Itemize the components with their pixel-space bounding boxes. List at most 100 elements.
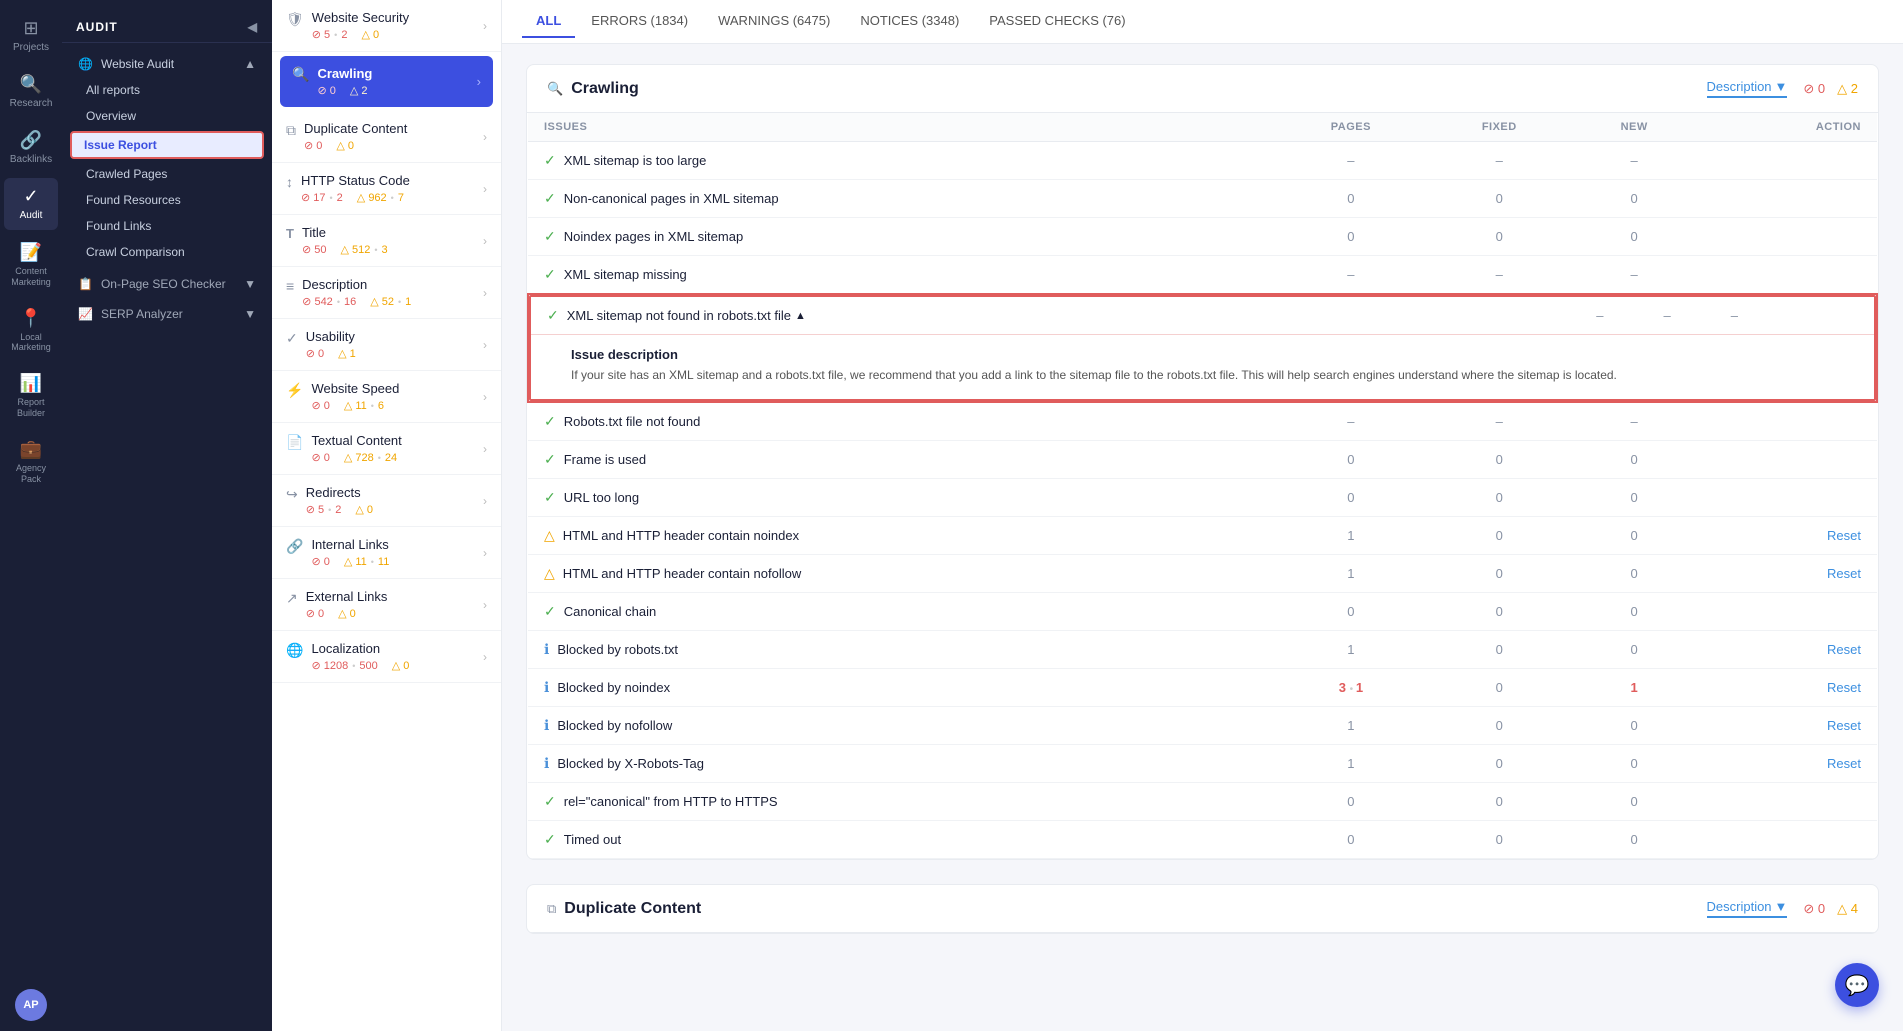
- status-icon: ✓: [544, 793, 556, 810]
- status-icon: ℹ: [544, 641, 549, 658]
- sidebar-item-crawled-pages[interactable]: Crawled Pages: [62, 161, 272, 187]
- serp-label: SERP Analyzer: [101, 307, 183, 321]
- nav-item-backlinks[interactable]: 🔗 Backlinks: [4, 122, 58, 174]
- category-textual-content[interactable]: 📄 Textual Content ⊘ 0 △ 728 • 24 ›: [272, 423, 501, 475]
- reset-button[interactable]: Reset: [1827, 528, 1861, 543]
- sidebar-item-crawl-comparison[interactable]: Crawl Comparison: [62, 239, 272, 265]
- third-sidebar: 🛡 Website Security ⊘ 5 • 2 △ 0 › 🔍 Crawl…: [272, 0, 502, 1031]
- category-duplicate-content[interactable]: ⧉ Duplicate Content ⊘ 0 △ 0 ›: [272, 111, 501, 163]
- table-row: ℹBlocked by robots.txt 1 0 0 Reset: [528, 631, 1877, 669]
- sidebar-item-overview[interactable]: Overview: [62, 103, 272, 129]
- col-pages: PAGES: [1270, 113, 1432, 142]
- nav-label-research: Research: [10, 98, 53, 110]
- sidebar-section-serp-analyzer[interactable]: 📈 SERP Analyzer ▼: [62, 299, 272, 329]
- category-redirects[interactable]: ↪ Redirects ⊘ 5 • 2 △ 0 ›: [272, 475, 501, 527]
- on-page-seo-icon: 📋: [78, 277, 93, 291]
- tab-warnings[interactable]: WARNINGS (6475): [704, 5, 844, 38]
- chat-button[interactable]: 💬: [1835, 963, 1879, 1007]
- status-icon: ✓: [544, 228, 556, 245]
- user-avatar[interactable]: AP: [15, 989, 47, 1021]
- category-website-speed[interactable]: ⚡ Website Speed ⊘ 0 △ 11 • 6 ›: [272, 371, 501, 423]
- table-row: ℹBlocked by noindex 3 • 1 0 1 Reset: [528, 669, 1877, 707]
- status-icon: ✓: [544, 489, 556, 506]
- status-icon: ✓: [544, 603, 556, 620]
- nav-item-agency-pack[interactable]: 💼 Agency Pack: [4, 431, 58, 493]
- reset-button[interactable]: Reset: [1827, 756, 1861, 771]
- second-sidebar-header: Audit ◀: [62, 12, 272, 43]
- category-internal-links[interactable]: 🔗 Internal Links ⊘ 0 △ 11 • 11 ›: [272, 527, 501, 579]
- collapse-icon[interactable]: ◀: [248, 20, 258, 34]
- category-external-links[interactable]: ↗ External Links ⊘ 0 △ 0 ›: [272, 579, 501, 631]
- http-status-chevron: ›: [483, 182, 487, 196]
- duplicate-content-section-title: Duplicate Content: [564, 900, 701, 918]
- crawling-section-header: 🔍 Crawling Description ▼ ⊘ 0 △ 2: [527, 65, 1878, 113]
- research-icon: 🔍: [20, 74, 42, 95]
- crawling-issues-table: ISSUES PAGES FIXED NEW ACTION ✓XML sitem…: [527, 113, 1878, 859]
- category-website-security[interactable]: 🛡 Website Security ⊘ 5 • 2 △ 0 ›: [272, 0, 501, 52]
- description-chevron-icon: ▼: [1775, 79, 1788, 94]
- sidebar-item-all-reports[interactable]: All reports: [62, 77, 272, 103]
- localization-chevron: ›: [483, 650, 487, 664]
- table-row: ✓Noindex pages in XML sitemap 0 0 0: [528, 218, 1877, 256]
- duplicate-content-section-icon: ⧉: [547, 901, 556, 917]
- redirects-chevron: ›: [483, 494, 487, 508]
- category-usability[interactable]: ✓ Usability ⊘ 0 △ 1 ›: [272, 319, 501, 371]
- sidebar-section-website-audit[interactable]: 🌐 Website Audit ▲: [62, 51, 272, 77]
- website-audit-icon: 🌐: [78, 57, 93, 71]
- reset-button[interactable]: Reset: [1827, 566, 1861, 581]
- sidebar-item-found-links[interactable]: Found Links: [62, 213, 272, 239]
- tab-all[interactable]: ALL: [522, 5, 575, 38]
- status-icon: ✓: [544, 190, 556, 207]
- status-icon: ℹ: [544, 755, 549, 772]
- nav-item-research[interactable]: 🔍 Research: [4, 66, 58, 118]
- usability-chevron: ›: [483, 338, 487, 352]
- sidebar-item-found-resources[interactable]: Found Resources: [62, 187, 272, 213]
- nav-item-local-marketing[interactable]: 📍 Local Marketing: [4, 300, 58, 362]
- table-row: ✓rel="canonical" from HTTP to HTTPS 0 0 …: [528, 783, 1877, 821]
- website-speed-chevron: ›: [483, 390, 487, 404]
- nav-label-content-marketing: Content Marketing: [8, 266, 54, 288]
- website-audit-chevron: ▲: [244, 57, 256, 71]
- audit-icon: ✓: [23, 186, 38, 207]
- sidebar-section-on-page-seo[interactable]: 📋 On-Page SEO Checker ▼: [62, 269, 272, 299]
- expand-trigger[interactable]: XML sitemap not found in robots.txt file…: [567, 308, 806, 323]
- category-crawling[interactable]: 🔍 Crawling ⊘ 0 △ 2 ›: [280, 56, 493, 107]
- report-builder-icon: 📊: [20, 373, 42, 394]
- reset-button[interactable]: Reset: [1827, 718, 1861, 733]
- nav-item-audit[interactable]: ✓ Audit: [4, 178, 58, 230]
- serp-icon: 📈: [78, 307, 93, 321]
- reset-button[interactable]: Reset: [1827, 642, 1861, 657]
- tab-notices[interactable]: NOTICES (3348): [846, 5, 973, 38]
- sidebar-item-issue-report[interactable]: Issue Report: [70, 131, 264, 159]
- category-title[interactable]: T Title ⊘ 50 △ 512 • 3 ›: [272, 215, 501, 267]
- second-sidebar-title: Audit: [76, 20, 118, 34]
- nav-label-backlinks: Backlinks: [10, 154, 52, 166]
- local-marketing-icon: 📍: [20, 308, 42, 329]
- crawling-description-btn[interactable]: Description ▼: [1707, 79, 1788, 98]
- category-description[interactable]: ≡ Description ⊘ 542 • 16 △ 52 • 1 ›: [272, 267, 501, 319]
- nav-item-report-builder[interactable]: 📊 Report Builder: [4, 365, 58, 427]
- nav-item-content-marketing[interactable]: 📝 Content Marketing: [4, 234, 58, 296]
- tab-errors[interactable]: ERRORS (1834): [577, 5, 702, 38]
- status-icon: ✓: [544, 831, 556, 848]
- category-http-status[interactable]: ↕ HTTP Status Code ⊘ 17 • 2 △ 962 • 7 ›: [272, 163, 501, 215]
- table-row: △HTML and HTTP header contain nofollow 1…: [528, 555, 1877, 593]
- external-links-icon: ↗: [286, 590, 298, 607]
- duplicate-content-chevron: ›: [483, 130, 487, 144]
- nav-label-audit: Audit: [20, 210, 43, 222]
- expanded-issue-description: Issue description If your site has an XM…: [531, 335, 1874, 399]
- duplicate-content-description-btn[interactable]: Description ▼: [1707, 899, 1788, 918]
- crawling-section-title: Crawling: [571, 80, 639, 98]
- nav-label-report-builder: Report Builder: [8, 397, 54, 419]
- reset-button[interactable]: Reset: [1827, 680, 1861, 695]
- status-icon: ✓: [544, 266, 556, 283]
- content-marketing-icon: 📝: [20, 242, 42, 263]
- second-sidebar: Audit ◀ 🌐 Website Audit ▲ All reports Ov…: [62, 0, 272, 1031]
- projects-icon: ⊞: [23, 18, 38, 39]
- nav-label-projects: Projects: [13, 42, 49, 54]
- category-localization[interactable]: 🌐 Localization ⊘ 1208 • 500 △ 0 ›: [272, 631, 501, 683]
- tab-passed-checks[interactable]: PASSED CHECKS (76): [975, 5, 1139, 38]
- nav-item-projects[interactable]: ⊞ Projects: [4, 10, 58, 62]
- status-icon: ℹ: [544, 679, 549, 696]
- external-links-chevron: ›: [483, 598, 487, 612]
